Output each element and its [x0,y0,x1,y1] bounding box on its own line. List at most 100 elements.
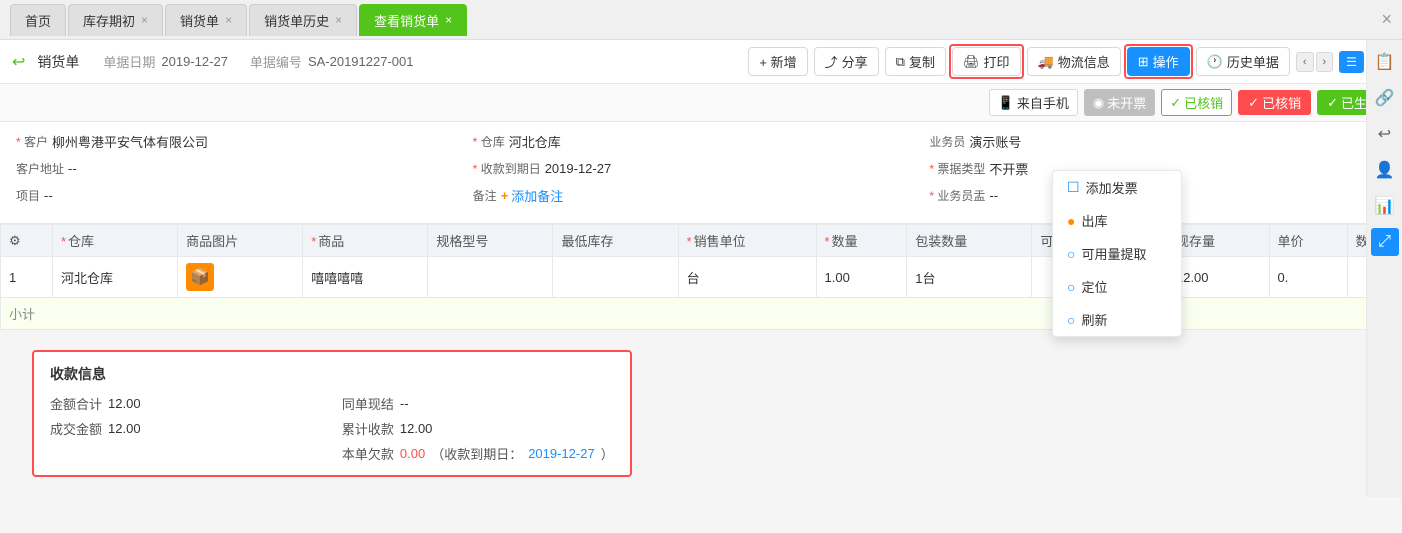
owe-due-date: 2019-12-27 [528,446,595,461]
list-view-button[interactable]: ☰ [1339,51,1364,73]
row-product-img: 📦 [178,257,303,298]
main-content: ↩ 销货单 单据日期 2019-12-27 单据编号 SA-20191227-0… [0,40,1402,497]
check-icon: ✓ [1170,95,1181,111]
check-label: 已核销 [1184,93,1223,112]
check-button[interactable]: ✓ 已核销 [1161,89,1232,116]
customer-field: 客户 柳州粤港平安气体有限公司 [16,132,473,151]
next-button[interactable]: › [1316,52,1334,72]
note-field: 备注 + 添加备注 [473,186,930,205]
project-value: -- [44,188,53,203]
history-button[interactable]: 🕐 历史单据 [1196,47,1290,76]
tab-home[interactable]: 首页 [10,4,66,36]
cancelled-label: 已核销 [1262,93,1301,112]
sidebar-icon-doc[interactable]: 📋 [1371,48,1399,76]
plus-icon: + [501,188,509,203]
salesperson-value: -- [989,188,998,203]
table-row: 1 河北仓库 📦 嘻嘻嘻嘻 台 1.00 1台 12.00 0. [1,257,1402,298]
col-product-img: 商品图片 [178,225,303,257]
payment-area: 收款信息 金额合计 12.00 同单现结 -- 成交金额 12.00 [0,330,1402,497]
outbound-label: 出库 [1081,211,1107,230]
prev-button[interactable]: ‹ [1296,52,1314,72]
refresh-label: 刷新 [1081,310,1107,329]
payment-grid: 金额合计 12.00 同单现结 -- 成交金额 12.00 累计收款 12.00 [50,394,614,463]
operation-button[interactable]: ⊞ 操作 [1127,47,1190,76]
tab-sales-order[interactable]: 销货单 × [165,4,247,36]
tab-view-sales-close[interactable]: × [445,13,452,27]
not-open-label: 未开票 [1107,93,1146,112]
tab-inventory-init-close[interactable]: × [141,13,148,27]
row-seq: 1 [1,257,53,298]
warehouse-label: 仓库 [473,133,505,150]
doc-meta: 单据日期 2019-12-27 单据编号 SA-20191227-001 [103,52,413,71]
not-open-button[interactable]: ◉ 未开票 [1084,89,1155,116]
tab-sales-order-close[interactable]: × [225,13,232,27]
col-unit: *销售单位 [678,225,816,257]
from-phone-button[interactable]: 📱 来自手机 [989,89,1078,116]
dropdown-outbound[interactable]: ● 出库 [1053,204,1181,237]
note-label: 备注 [473,187,497,204]
sidebar-icon-link[interactable]: 🔗 [1371,84,1399,112]
dropdown-locate[interactable]: ○ 定位 [1053,270,1181,303]
cumulative-label: 累计收款 [342,419,394,438]
sidebar-icon-expand[interactable]: ⤢ [1371,228,1399,256]
col-warehouse: *仓库 [52,225,177,257]
warehouse-field: 仓库 河北仓库 [473,132,930,151]
dropdown-avail-qty[interactable]: ○ 可用量提取 [1053,237,1181,270]
col-settings: ⚙ [1,225,53,257]
effective-icon: ✓ [1327,95,1338,111]
meta-date-label: 单据日期 [103,52,155,71]
dropdown-refresh[interactable]: ○ 刷新 [1053,303,1181,336]
same-order-value: -- [400,396,409,411]
history-button-label: 历史单据 [1227,52,1279,71]
add-invoice-label: 添加发票 [1086,178,1138,197]
project-label: 项目 [16,187,40,204]
warehouse-value: 河北仓库 [509,132,561,151]
phone-icon: 📱 [998,95,1014,111]
operator-value: 演示账号 [969,132,1021,151]
tab-inventory-init[interactable]: 库存期初 × [68,4,163,36]
addr-value: -- [68,161,77,176]
same-order-label: 同单现结 [342,394,394,413]
locate-icon: ○ [1067,279,1075,295]
new-button[interactable]: + 新增 [748,47,807,76]
form-area: 客户 柳州粤港平安气体有限公司 仓库 河北仓库 业务员 演示账号 客户地址 -- [0,122,1402,224]
products-table: ⚙ *仓库 商品图片 *商品 规格型号 最低库存 *销售单位 *数量 包装数量 … [0,224,1402,330]
dropdown-menu: ☐ 添加发票 ● 出库 ○ 可用量提取 ○ 定位 ○ 刷新 [1052,170,1182,337]
add-note-button[interactable]: + 添加备注 [501,186,564,205]
toolbar-right: + 新增 ⤴ 分享 ⧉ 复制 🖨 打印 [748,47,1390,76]
total-value: 12.00 [108,396,141,411]
dropdown-add-invoice[interactable]: ☐ 添加发票 [1053,171,1181,204]
avail-qty-label: 可用量提取 [1081,244,1146,263]
tab-view-sales-label: 查看销货单 [374,11,439,30]
table-wrap: ⚙ *仓库 商品图片 *商品 规格型号 最低库存 *销售单位 *数量 包装数量 … [0,224,1402,330]
tab-sales-history-label: 销货单历史 [264,11,329,30]
tab-sales-history-close[interactable]: × [335,13,342,27]
tab-sales-history[interactable]: 销货单历史 × [249,4,357,36]
col-product: *商品 [303,225,428,257]
sidebar-icon-return[interactable]: ↩ [1371,120,1399,148]
payment-deal: 成交金额 12.00 [50,419,322,438]
add-note-label: 添加备注 [511,186,563,205]
right-sidebar: 📋 🔗 ↩ 👤 📊 ⤢ [1366,40,1402,497]
row-price: 0. [1269,257,1347,298]
share-button[interactable]: ⤴ 分享 [814,47,879,76]
sidebar-icon-chart[interactable]: 📊 [1371,192,1399,220]
not-open-icon: ◉ [1093,95,1104,111]
tab-view-sales[interactable]: 查看销货单 × [359,4,467,36]
from-phone-label: 来自手机 [1017,93,1069,112]
window-close-button[interactable]: × [1381,9,1392,30]
meta-no-label: 单据编号 [250,52,302,71]
share-icon: ⤴ [825,52,838,71]
copy-button[interactable]: ⧉ 复制 [885,47,946,76]
form-row-1: 客户 柳州粤港平安气体有限公司 仓库 河北仓库 业务员 演示账号 [16,132,1386,151]
payment-cumulative: 累计收款 12.00 [342,419,614,438]
truck-icon: 🚚 [1038,54,1054,70]
tab-home-label: 首页 [25,11,51,30]
logistics-button[interactable]: 🚚 物流信息 [1027,47,1121,76]
sidebar-icon-user[interactable]: 👤 [1371,156,1399,184]
logistics-button-label: 物流信息 [1058,52,1110,71]
avail-qty-icon: ○ [1067,246,1075,262]
print-button[interactable]: 🖨 打印 [952,47,1021,76]
settings-icon[interactable]: ⚙ [9,233,21,248]
payment-owe: 本单欠款 0.00 （收款到期日： 2019-12-27 ） [342,444,614,463]
